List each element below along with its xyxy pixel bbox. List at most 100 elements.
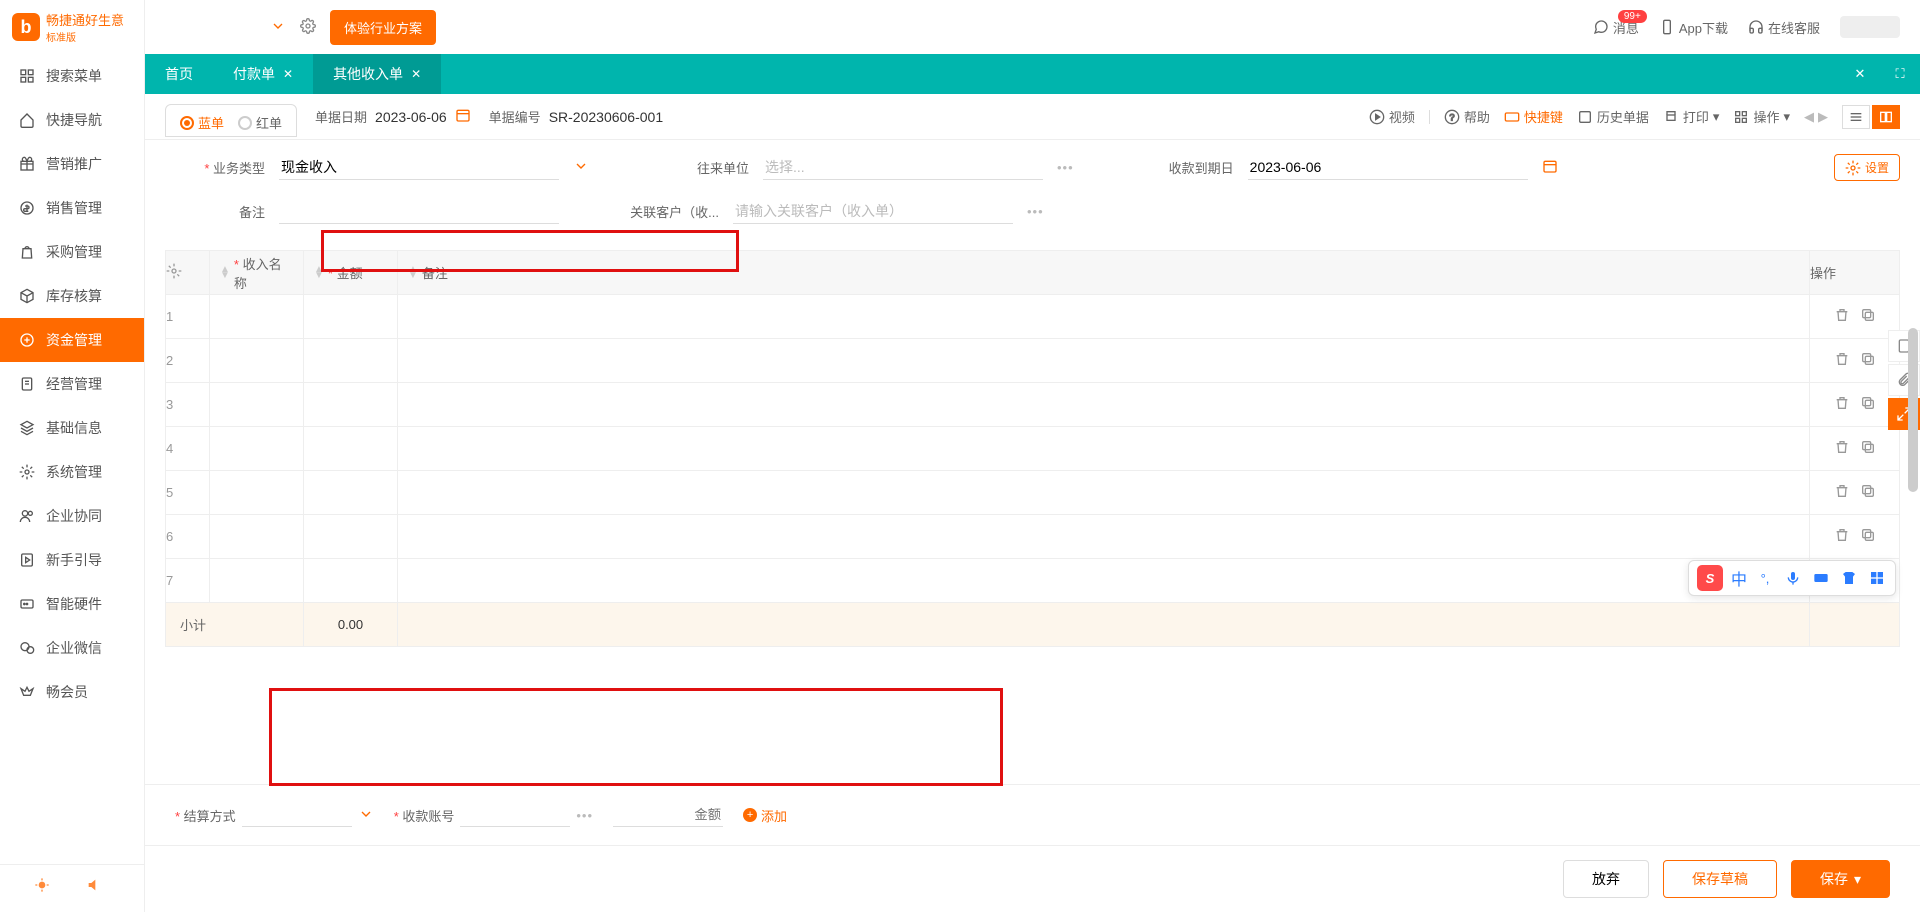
more-icon[interactable]: ••• xyxy=(1027,204,1044,219)
table-row[interactable]: 2 xyxy=(166,339,1900,383)
cell-name[interactable] xyxy=(210,339,304,383)
ime-lang[interactable]: 中 xyxy=(1731,566,1747,590)
trial-button[interactable]: 体验行业方案 xyxy=(330,10,436,45)
cell-remark[interactable] xyxy=(398,295,1810,339)
delete-row-icon[interactable] xyxy=(1834,351,1850,370)
theme-icon[interactable] xyxy=(34,877,58,901)
prev-doc-icon[interactable]: ◀ xyxy=(1804,109,1814,125)
sidebar-item-6[interactable]: 资金管理 xyxy=(0,318,144,362)
cell-amount[interactable] xyxy=(304,559,398,603)
chevron-down-icon[interactable] xyxy=(573,158,589,177)
cell-remark[interactable] xyxy=(398,471,1810,515)
copy-row-icon[interactable] xyxy=(1860,439,1876,458)
delete-row-icon[interactable] xyxy=(1834,307,1850,326)
tab-expand-icon[interactable]: ⛶ xyxy=(1880,54,1920,94)
ime-toolbox-icon[interactable] xyxy=(1867,568,1887,588)
cell-name[interactable] xyxy=(210,295,304,339)
video-link[interactable]: 视频 xyxy=(1369,107,1415,126)
sidebar-item-2[interactable]: 营销推广 xyxy=(0,142,144,186)
cell-amount[interactable] xyxy=(304,339,398,383)
tab-1[interactable]: 付款单✕ xyxy=(213,54,313,94)
help-link[interactable]: ?帮助 xyxy=(1444,107,1490,126)
ime-skin-icon[interactable] xyxy=(1839,568,1859,588)
cell-name[interactable] xyxy=(210,515,304,559)
table-row[interactable]: 6 xyxy=(166,515,1900,559)
sidebar-item-4[interactable]: 采购管理 xyxy=(0,230,144,274)
doc-date-value[interactable]: 2023-06-06 xyxy=(375,109,447,125)
org-name[interactable] xyxy=(165,13,256,42)
cell-name[interactable] xyxy=(210,471,304,515)
sidebar-item-7[interactable]: 经营管理 xyxy=(0,362,144,406)
calendar-icon[interactable] xyxy=(1542,158,1558,177)
app-download-link[interactable]: App下载 xyxy=(1659,18,1728,37)
col-remark[interactable]: ▲▼备注 xyxy=(398,251,1810,295)
ops-link[interactable]: 操作▾ xyxy=(1733,107,1790,126)
tab-0[interactable]: 首页 xyxy=(145,54,213,94)
sidebar-item-0[interactable]: 搜索菜单 xyxy=(0,54,144,98)
table-row[interactable]: 4 xyxy=(166,427,1900,471)
history-link[interactable]: 历史单据 xyxy=(1577,107,1649,126)
cell-remark[interactable] xyxy=(398,383,1810,427)
org-chevron-icon[interactable] xyxy=(270,18,286,37)
scrollbar[interactable] xyxy=(1908,328,1918,492)
cell-name[interactable] xyxy=(210,427,304,471)
ime-toolbar[interactable]: S 中 °, xyxy=(1688,560,1896,596)
ime-keyboard-icon[interactable] xyxy=(1811,568,1831,588)
view-list-icon[interactable] xyxy=(1842,105,1870,129)
cell-remark[interactable] xyxy=(398,515,1810,559)
support-link[interactable]: 在线客服 xyxy=(1748,18,1820,37)
avatar[interactable] xyxy=(1840,16,1900,38)
more-icon[interactable]: ••• xyxy=(1057,160,1074,175)
logo[interactable]: b 畅捷通好生意 标准版 xyxy=(0,0,144,54)
cell-remark[interactable] xyxy=(398,339,1810,383)
messages-link[interactable]: 消息 99+ xyxy=(1593,18,1639,37)
radio-red[interactable]: 红单 xyxy=(238,113,282,132)
delete-row-icon[interactable] xyxy=(1834,527,1850,546)
sidebar-item-13[interactable]: 企业微信 xyxy=(0,626,144,670)
table-row[interactable]: 7 xyxy=(166,559,1900,603)
next-doc-icon[interactable]: ▶ xyxy=(1818,109,1828,125)
discard-button[interactable]: 放弃 xyxy=(1563,860,1649,898)
settle-account-input[interactable] xyxy=(460,803,570,827)
ime-punct-icon[interactable]: °, xyxy=(1755,568,1775,588)
sidebar-item-3[interactable]: 销售管理 xyxy=(0,186,144,230)
partner-input[interactable] xyxy=(763,155,1043,180)
sidebar-item-5[interactable]: 库存核算 xyxy=(0,274,144,318)
sidebar-item-8[interactable]: 基础信息 xyxy=(0,406,144,450)
col-name[interactable]: ▲▼收入名称 xyxy=(210,251,304,295)
sidebar-item-14[interactable]: 畅会员 xyxy=(0,670,144,714)
tab-close-icon[interactable]: ✕ xyxy=(411,67,421,81)
cell-amount[interactable] xyxy=(304,471,398,515)
customer-input[interactable] xyxy=(733,199,1013,224)
due-date-input[interactable] xyxy=(1248,155,1528,180)
shortcut-link[interactable]: 快捷键 xyxy=(1504,107,1563,126)
sidebar-item-10[interactable]: 企业协同 xyxy=(0,494,144,538)
cell-amount[interactable] xyxy=(304,383,398,427)
settle-method-input[interactable] xyxy=(242,803,352,827)
settings-icon[interactable] xyxy=(300,18,316,37)
copy-row-icon[interactable] xyxy=(1860,307,1876,326)
business-type-input[interactable] xyxy=(279,155,559,180)
sound-icon[interactable] xyxy=(86,877,110,901)
save-button[interactable]: 保存▾ xyxy=(1791,860,1890,898)
copy-row-icon[interactable] xyxy=(1860,483,1876,502)
radio-blue[interactable]: 蓝单 xyxy=(180,113,224,132)
sidebar-item-9[interactable]: 系统管理 xyxy=(0,450,144,494)
tab-close-all-icon[interactable]: ✕ xyxy=(1840,54,1880,94)
ime-mic-icon[interactable] xyxy=(1783,568,1803,588)
sidebar-item-12[interactable]: 智能硬件 xyxy=(0,582,144,626)
cell-name[interactable] xyxy=(210,559,304,603)
view-card-icon[interactable] xyxy=(1872,105,1900,129)
save-draft-button[interactable]: 保存草稿 xyxy=(1663,860,1777,898)
delete-row-icon[interactable] xyxy=(1834,483,1850,502)
chevron-down-icon[interactable] xyxy=(358,806,374,825)
col-gear[interactable] xyxy=(166,251,210,295)
tab-close-icon[interactable]: ✕ xyxy=(283,67,293,81)
more-icon[interactable]: ••• xyxy=(576,808,593,823)
cell-amount[interactable] xyxy=(304,295,398,339)
add-settlement-button[interactable]: + 添加 xyxy=(743,806,787,825)
cell-remark[interactable] xyxy=(398,427,1810,471)
copy-row-icon[interactable] xyxy=(1860,395,1876,414)
cell-remark[interactable] xyxy=(398,559,1810,603)
cell-amount[interactable] xyxy=(304,515,398,559)
